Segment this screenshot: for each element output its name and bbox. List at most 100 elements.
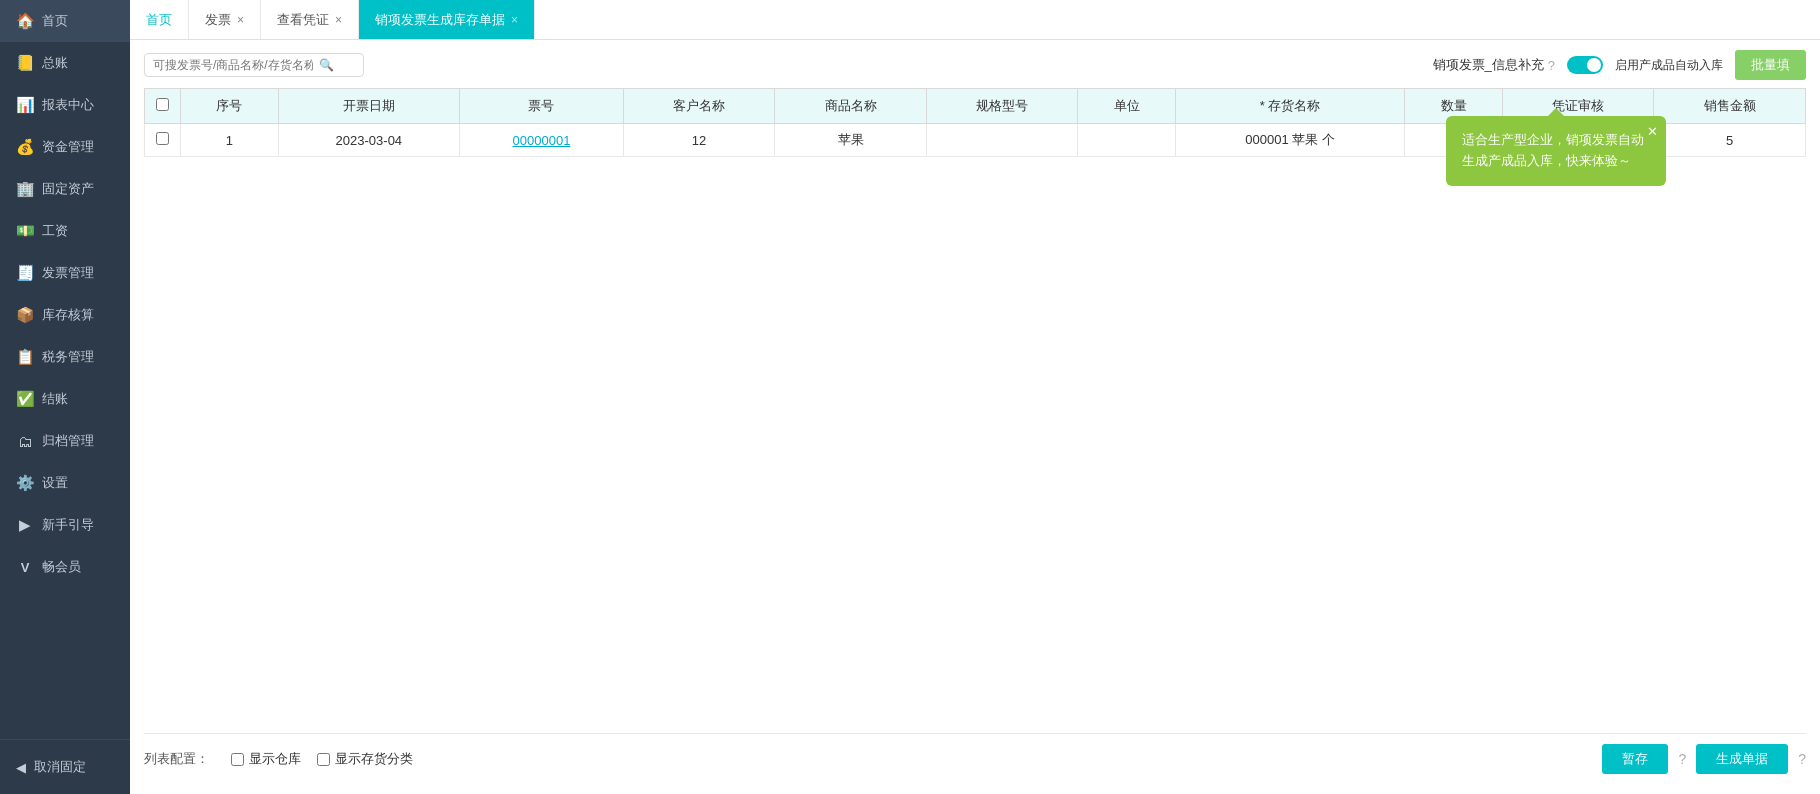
- tooltip-bubble: ✕ 适合生产型企业，销项发票自动生成产成品入库，快来体验～: [1446, 116, 1666, 186]
- row-spec: [926, 124, 1078, 157]
- sidebar-item-inventory[interactable]: 📦 库存核算: [0, 294, 130, 336]
- row-inventory[interactable]: 000001 苹果 个: [1175, 124, 1405, 157]
- row-customer: 12: [623, 124, 775, 157]
- header-seq: 序号: [181, 89, 279, 124]
- tab-return-invoice[interactable]: 销项发票生成库存单据 ×: [359, 0, 535, 39]
- row-checkbox[interactable]: [156, 132, 169, 145]
- sidebar-item-invoice[interactable]: 🧾 发票管理: [0, 252, 130, 294]
- row-ticket-no[interactable]: 00000001: [460, 124, 624, 157]
- bottom-bar: 列表配置： 显示仓库 显示存货分类 暂存 ? 生成单据 ?: [144, 733, 1806, 784]
- tab-home[interactable]: 首页: [130, 0, 189, 39]
- sidebar-label-invoice: 发票管理: [42, 264, 94, 282]
- row-sales-amount: 5: [1654, 124, 1806, 157]
- tab-home-label: 首页: [146, 11, 172, 29]
- tab-voucher-label: 查看凭证: [277, 11, 329, 29]
- header-ticket-no: 票号: [460, 89, 624, 124]
- fund-icon: 💰: [16, 138, 34, 156]
- row-seq: 1: [181, 124, 279, 157]
- fixed-assets-icon: 🏢: [16, 180, 34, 198]
- bottom-actions: 暂存 ? 生成单据 ?: [1602, 744, 1806, 774]
- show-category-checkbox[interactable]: [317, 753, 330, 766]
- sidebar-item-tax[interactable]: 📋 税务管理: [0, 336, 130, 378]
- sidebar-label-inventory: 库存核算: [42, 306, 94, 324]
- sidebar-item-archive[interactable]: 🗂 归档管理: [0, 420, 130, 462]
- sidebar-label-vip: 畅会员: [42, 558, 81, 576]
- tab-invoice-close[interactable]: ×: [237, 13, 244, 27]
- toolbar-right: 销项发票_信息补充 ? 启用产成品自动入库 批量填: [1433, 50, 1806, 80]
- table-wrap: 序号 开票日期 票号 客户名称 商品名称: [144, 88, 1806, 729]
- row-date: 2023-03-04: [278, 124, 460, 157]
- generate-help-icon[interactable]: ?: [1798, 751, 1806, 767]
- sidebar-label-home: 首页: [42, 12, 68, 30]
- tax-icon: 📋: [16, 348, 34, 366]
- row-product-name: 苹果: [775, 124, 927, 157]
- save-help-icon[interactable]: ?: [1678, 751, 1686, 767]
- ticket-link[interactable]: 00000001: [513, 133, 571, 148]
- settle-icon: ✅: [16, 390, 34, 408]
- header-date: 开票日期: [278, 89, 460, 124]
- tab-invoice[interactable]: 发票 ×: [189, 0, 261, 39]
- generate-button[interactable]: 生成单据: [1696, 744, 1788, 774]
- sidebar-label-fund: 资金管理: [42, 138, 94, 156]
- sidebar-label-ledger: 总账: [42, 54, 68, 72]
- show-category-label[interactable]: 显示存货分类: [317, 750, 413, 768]
- sidebar-item-guide[interactable]: ▶ 新手引导: [0, 504, 130, 546]
- info-help-icon[interactable]: ?: [1548, 58, 1555, 73]
- sidebar-item-settle[interactable]: ✅ 结账: [0, 378, 130, 420]
- header-sales-amount: 销售金额: [1654, 89, 1806, 124]
- ledger-icon: 📒: [16, 54, 34, 72]
- sidebar-label-report: 报表中心: [42, 96, 94, 114]
- header-product-name: 商品名称: [775, 89, 927, 124]
- search-input[interactable]: [153, 58, 313, 72]
- header-unit: 单位: [1078, 89, 1176, 124]
- sidebar-item-vip[interactable]: V 畅会员: [0, 546, 130, 588]
- show-warehouse-label[interactable]: 显示仓库: [231, 750, 301, 768]
- select-all-checkbox[interactable]: [156, 98, 169, 111]
- show-category-text: 显示存货分类: [335, 750, 413, 768]
- toggle-label: 启用产成品自动入库: [1615, 57, 1723, 74]
- list-config-label: 列表配置：: [144, 750, 209, 768]
- tab-voucher[interactable]: 查看凭证 ×: [261, 0, 359, 39]
- sidebar-item-fund[interactable]: 💰 资金管理: [0, 126, 130, 168]
- search-icon[interactable]: 🔍: [319, 58, 334, 72]
- row-unit: [1078, 124, 1176, 157]
- page-content: 🔍 销项发票_信息补充 ? 启用产成品自动入库 批量填: [130, 40, 1820, 794]
- sidebar-label-guide: 新手引导: [42, 516, 94, 534]
- sidebar-item-ledger[interactable]: 📒 总账: [0, 42, 130, 84]
- archive-icon: 🗂: [16, 433, 34, 450]
- undo-fixed-button[interactable]: ◀ 取消固定: [0, 748, 130, 786]
- show-warehouse-text: 显示仓库: [249, 750, 301, 768]
- sidebar-label-settle: 结账: [42, 390, 68, 408]
- toggle-switch[interactable]: [1567, 56, 1603, 74]
- invoice-icon: 🧾: [16, 264, 34, 282]
- undo-fixed-label: 取消固定: [34, 758, 86, 776]
- tab-voucher-close[interactable]: ×: [335, 13, 342, 27]
- show-warehouse-checkbox[interactable]: [231, 753, 244, 766]
- guide-icon: ▶: [16, 516, 34, 534]
- toggle-track: [1567, 56, 1603, 74]
- sidebar-bottom: ◀ 取消固定: [0, 739, 130, 794]
- sidebar-label-settings: 设置: [42, 474, 68, 492]
- tab-bar: 首页 发票 × 查看凭证 × 销项发票生成库存单据 ×: [130, 0, 1820, 40]
- sidebar-label-payroll: 工资: [42, 222, 68, 240]
- sidebar: 🏠 首页 📒 总账 📊 报表中心 💰 资金管理 🏢 固定资产 💵 工资 🧾 发票…: [0, 0, 130, 794]
- header-spec: 规格型号: [926, 89, 1078, 124]
- header-inventory: * 存货名称: [1175, 89, 1405, 124]
- header-customer: 客户名称: [623, 89, 775, 124]
- inventory-icon: 📦: [16, 306, 34, 324]
- sidebar-item-settings[interactable]: ⚙️ 设置: [0, 462, 130, 504]
- search-box[interactable]: 🔍: [144, 53, 364, 77]
- home-icon: 🏠: [16, 12, 34, 30]
- sidebar-label-fixed: 固定资产: [42, 180, 94, 198]
- save-button[interactable]: 暂存: [1602, 744, 1668, 774]
- sidebar-item-home[interactable]: 🏠 首页: [0, 0, 130, 42]
- tooltip-close-button[interactable]: ✕: [1647, 122, 1658, 143]
- sidebar-item-payroll[interactable]: 💵 工资: [0, 210, 130, 252]
- batch-fill-button[interactable]: 批量填: [1735, 50, 1806, 80]
- sidebar-item-report[interactable]: 📊 报表中心: [0, 84, 130, 126]
- undo-icon: ◀: [16, 760, 26, 775]
- info-label: 销项发票_信息补充 ?: [1433, 56, 1555, 74]
- tab-return-invoice-close[interactable]: ×: [511, 13, 518, 27]
- sidebar-label-tax: 税务管理: [42, 348, 94, 366]
- sidebar-item-fixed-assets[interactable]: 🏢 固定资产: [0, 168, 130, 210]
